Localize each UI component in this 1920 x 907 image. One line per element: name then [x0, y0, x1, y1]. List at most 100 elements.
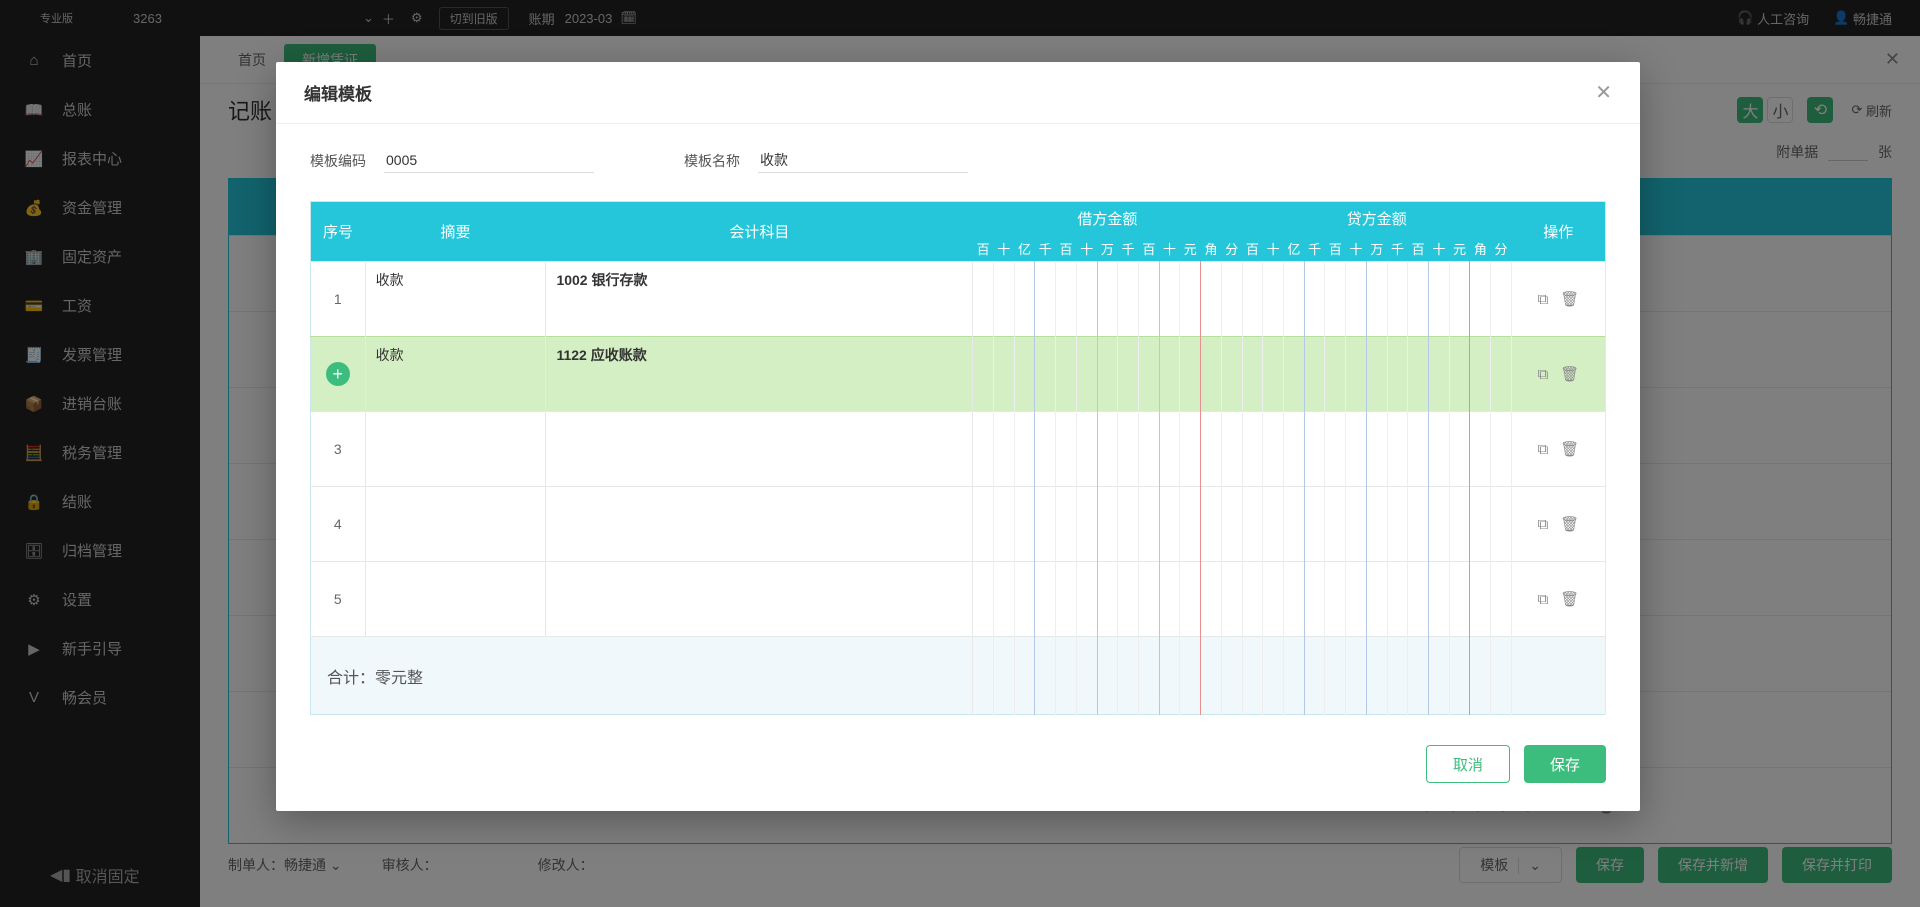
digit-cell[interactable] [1221, 487, 1242, 562]
digit-cell[interactable] [1408, 262, 1429, 337]
digit-cell[interactable] [1429, 412, 1450, 487]
digit-cell[interactable] [1408, 337, 1429, 412]
digit-cell[interactable] [1304, 637, 1325, 715]
digit-cell[interactable] [1491, 562, 1512, 637]
digit-cell[interactable] [1076, 562, 1097, 637]
digit-cell[interactable] [1159, 562, 1180, 637]
row-summary[interactable] [365, 412, 546, 487]
digit-cell[interactable] [1346, 262, 1367, 337]
digit-cell[interactable] [1035, 487, 1056, 562]
digit-cell[interactable] [1138, 637, 1159, 715]
digit-cell[interactable] [1242, 412, 1263, 487]
digit-cell[interactable] [1325, 562, 1346, 637]
digit-cell[interactable] [1014, 487, 1035, 562]
digit-cell[interactable] [973, 562, 994, 637]
digit-cell[interactable] [1304, 487, 1325, 562]
digit-cell[interactable] [1304, 262, 1325, 337]
digit-cell[interactable] [1138, 412, 1159, 487]
template-row[interactable]: 1收款1002 银行存款⧉🗑 [311, 262, 1606, 337]
digit-cell[interactable] [1408, 487, 1429, 562]
digit-cell[interactable] [1470, 637, 1491, 715]
digit-cell[interactable] [1035, 262, 1056, 337]
digit-cell[interactable] [1221, 562, 1242, 637]
digit-cell[interactable] [1429, 262, 1450, 337]
digit-cell[interactable] [1449, 637, 1470, 715]
digit-cell[interactable] [1221, 412, 1242, 487]
digit-cell[interactable] [1387, 262, 1408, 337]
digit-cell[interactable] [1387, 562, 1408, 637]
digit-cell[interactable] [1242, 262, 1263, 337]
digit-cell[interactable] [1284, 262, 1305, 337]
digit-cell[interactable] [993, 412, 1014, 487]
copy-row-icon[interactable]: ⧉ [1538, 591, 1549, 608]
digit-cell[interactable] [1014, 412, 1035, 487]
digit-cell[interactable] [1263, 487, 1284, 562]
digit-cell[interactable] [1180, 487, 1201, 562]
template-row[interactable]: +收款1122 应收账款⧉🗑 [311, 337, 1606, 412]
digit-cell[interactable] [1056, 562, 1077, 637]
digit-cell[interactable] [1118, 337, 1139, 412]
delete-row-icon[interactable]: 🗑 [1560, 591, 1579, 608]
template-row[interactable]: 3⧉🗑 [311, 412, 1606, 487]
delete-row-icon[interactable]: 🗑 [1560, 516, 1579, 533]
digit-cell[interactable] [1035, 562, 1056, 637]
digit-cell[interactable] [1429, 487, 1450, 562]
digit-cell[interactable] [1284, 562, 1305, 637]
row-account[interactable]: 1122 应收账款 [546, 337, 973, 412]
digit-cell[interactable] [1118, 562, 1139, 637]
template-row[interactable]: 4⧉🗑 [311, 487, 1606, 562]
digit-cell[interactable] [1304, 412, 1325, 487]
delete-row-icon[interactable]: 🗑 [1560, 366, 1579, 383]
template-row[interactable]: 5⧉🗑 [311, 562, 1606, 637]
digit-cell[interactable] [1076, 262, 1097, 337]
digit-cell[interactable] [1346, 337, 1367, 412]
digit-cell[interactable] [1491, 637, 1512, 715]
digit-cell[interactable] [1056, 337, 1077, 412]
digit-cell[interactable] [1325, 262, 1346, 337]
digit-cell[interactable] [1097, 637, 1118, 715]
digit-cell[interactable] [1304, 562, 1325, 637]
digit-cell[interactable] [1387, 337, 1408, 412]
digit-cell[interactable] [1387, 412, 1408, 487]
digit-cell[interactable] [1180, 412, 1201, 487]
digit-cell[interactable] [1097, 412, 1118, 487]
digit-cell[interactable] [1242, 562, 1263, 637]
digit-cell[interactable] [1366, 562, 1387, 637]
delete-row-icon[interactable]: 🗑 [1560, 291, 1579, 308]
digit-cell[interactable] [1449, 562, 1470, 637]
digit-cell[interactable] [1429, 562, 1450, 637]
digit-cell[interactable] [1076, 337, 1097, 412]
digit-cell[interactable] [1118, 412, 1139, 487]
row-account[interactable] [546, 562, 973, 637]
digit-cell[interactable] [1366, 337, 1387, 412]
digit-cell[interactable] [1366, 412, 1387, 487]
digit-cell[interactable] [1346, 412, 1367, 487]
digit-cell[interactable] [1242, 487, 1263, 562]
digit-cell[interactable] [1118, 637, 1139, 715]
save-template-button[interactable]: 保存 [1524, 745, 1606, 783]
digit-cell[interactable] [1470, 262, 1491, 337]
digit-cell[interactable] [1263, 637, 1284, 715]
modal-close-button[interactable]: ✕ [1595, 80, 1612, 105]
digit-cell[interactable] [1159, 637, 1180, 715]
digit-cell[interactable] [1138, 562, 1159, 637]
template-name-input[interactable] [758, 148, 968, 173]
digit-cell[interactable] [1470, 487, 1491, 562]
digit-cell[interactable] [1159, 337, 1180, 412]
digit-cell[interactable] [1221, 337, 1242, 412]
digit-cell[interactable] [1449, 337, 1470, 412]
digit-cell[interactable] [1221, 262, 1242, 337]
digit-cell[interactable] [1118, 487, 1139, 562]
digit-cell[interactable] [993, 262, 1014, 337]
digit-cell[interactable] [1387, 487, 1408, 562]
digit-cell[interactable] [1263, 337, 1284, 412]
digit-cell[interactable] [1180, 637, 1201, 715]
add-row-button[interactable]: + [326, 362, 350, 386]
digit-cell[interactable] [1284, 412, 1305, 487]
digit-cell[interactable] [1076, 412, 1097, 487]
digit-cell[interactable] [1449, 412, 1470, 487]
digit-cell[interactable] [1159, 262, 1180, 337]
digit-cell[interactable] [1138, 487, 1159, 562]
digit-cell[interactable] [1325, 412, 1346, 487]
delete-row-icon[interactable]: 🗑 [1560, 441, 1579, 458]
